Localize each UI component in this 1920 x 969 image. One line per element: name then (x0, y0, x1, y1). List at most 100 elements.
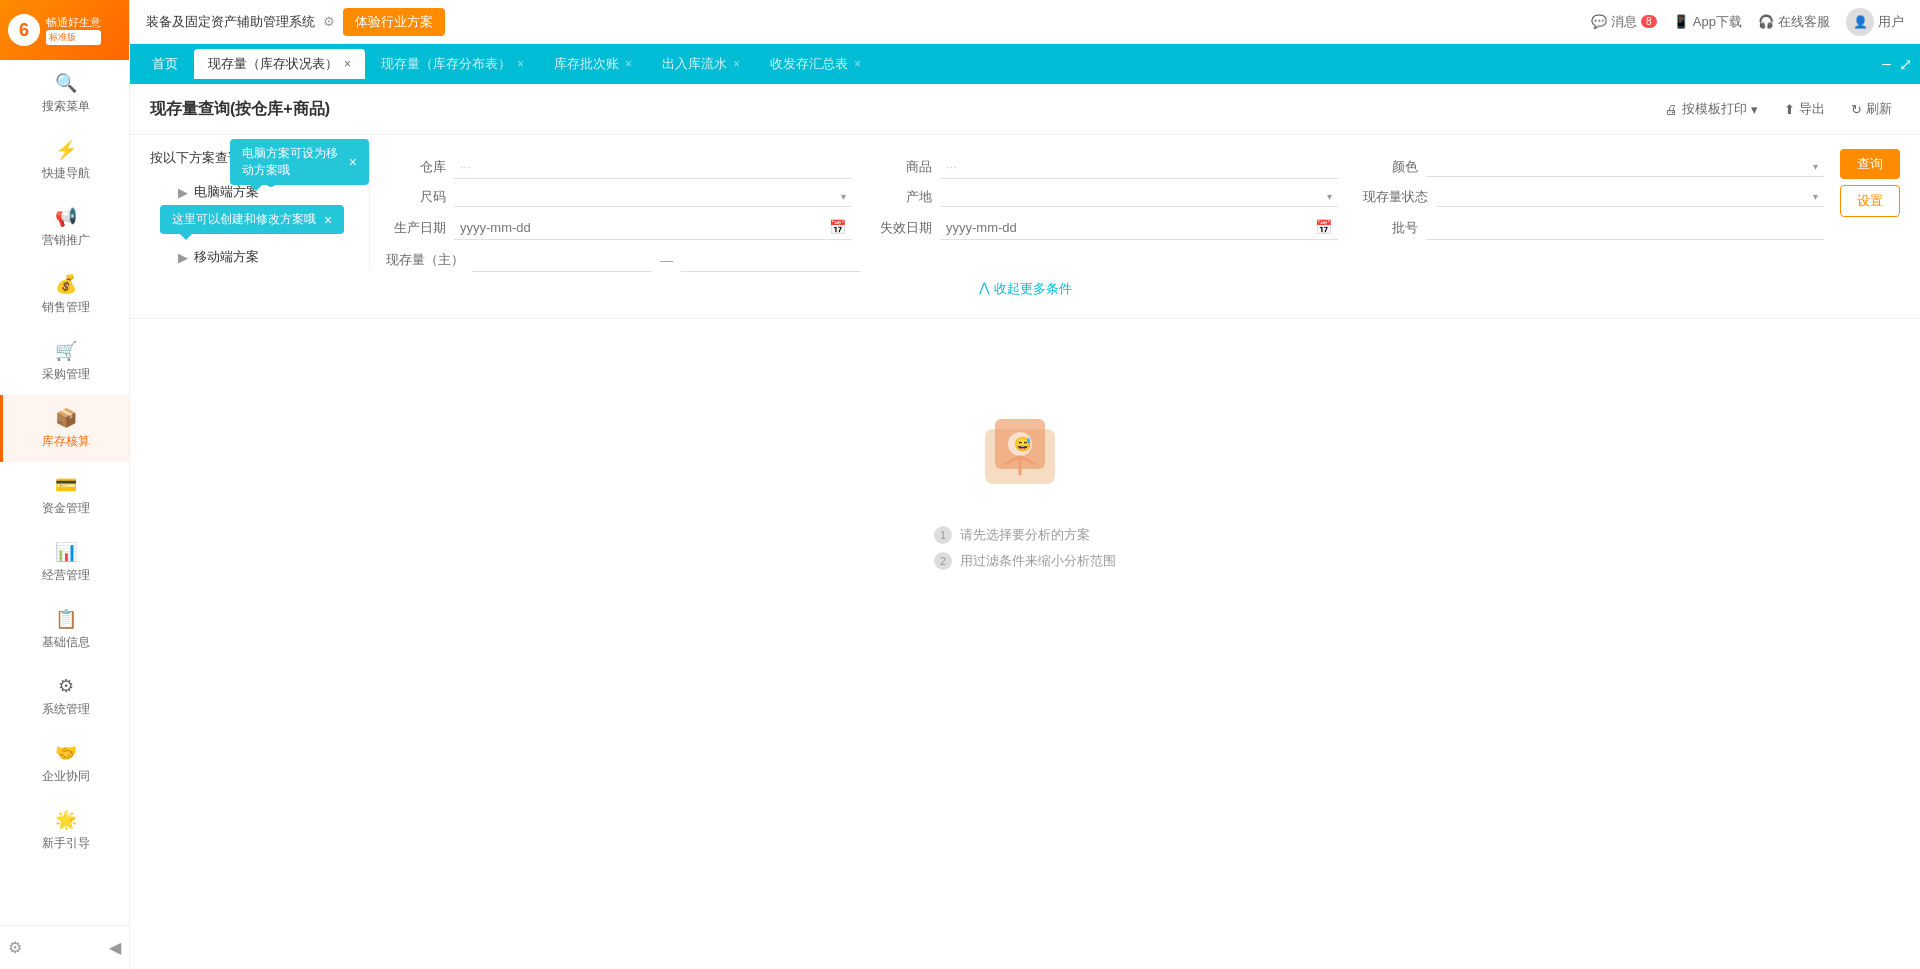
sidebar-item-purchase[interactable]: 🛒 采购管理 (0, 328, 129, 395)
message-btn[interactable]: 💬 消息 8 (1591, 13, 1657, 31)
sidebar-item-basic[interactable]: 📋 基础信息 (0, 596, 129, 663)
color-select[interactable]: ▾ (1426, 157, 1824, 177)
purchase-nav-label: 采购管理 (42, 366, 90, 383)
tab-close-batch-ledger[interactable]: × (625, 57, 632, 71)
tab-batch-ledger[interactable]: 库存批次账 × (540, 49, 646, 79)
company-nav-label: 企业协同 (42, 768, 90, 785)
settings-icon[interactable]: ⚙ (8, 938, 22, 957)
filter-row-warehouse: 仓库 ··· (386, 155, 852, 179)
system-nav-label: 系统管理 (42, 701, 90, 718)
logo-text-block: 畅通好生意 标准版 (46, 15, 101, 45)
filter-row-batch: 批号 (1358, 215, 1824, 240)
mobile-scheme-item[interactable]: ▶ 移动端方案 (170, 244, 359, 270)
origin-select[interactable]: ▾ (940, 187, 1338, 207)
sidebar-bottom: ⚙ ◀ (0, 925, 129, 969)
product-dots: ··· (946, 159, 957, 174)
tab-minimize-icon[interactable]: – (1882, 55, 1891, 74)
sidebar-item-operations[interactable]: 📊 经营管理 (0, 529, 129, 596)
color-label: 颜色 (1358, 158, 1418, 176)
reset-btn[interactable]: 设置 (1840, 185, 1900, 217)
marketing-nav-icon: 📢 (55, 206, 77, 228)
online-support-btn[interactable]: 🎧 在线客服 (1758, 13, 1830, 31)
tooltip1-text: 电脑方案可设为移动方案哦 (242, 145, 341, 179)
collapse-sidebar-icon[interactable]: ◀ (109, 938, 121, 957)
size-select[interactable]: ▾ (454, 187, 852, 207)
tab-close-collect-summary[interactable]: × (854, 57, 861, 71)
prod-date-field[interactable]: 📅 (454, 215, 852, 240)
tab-close-inventory-dist[interactable]: × (517, 57, 524, 71)
range-separator: — (660, 253, 673, 268)
tooltip-scheme-mobile: 电脑方案可设为移动方案哦 × (230, 139, 369, 185)
stock-status-label: 现存量状态 (1358, 188, 1428, 206)
message-icon: 💬 (1591, 14, 1607, 29)
headset-icon: 🎧 (1758, 14, 1774, 29)
sidebar-item-finance[interactable]: 💳 资金管理 (0, 462, 129, 529)
trial-btn[interactable]: 体验行业方案 (343, 8, 445, 36)
collect-summary-tab-label: 收发存汇总表 (770, 55, 848, 73)
filter-row-stock-status: 现存量状态 ▾ (1358, 187, 1824, 207)
sidebar-item-search[interactable]: 🔍 搜索菜单 (0, 60, 129, 127)
tab-inout-flow[interactable]: 出入库流水 × (648, 49, 754, 79)
filter-row-product: 商品 ··· (872, 155, 1338, 179)
warehouse-select[interactable]: ··· (454, 155, 852, 179)
tooltip1-close[interactable]: × (349, 154, 357, 170)
expiry-date-input[interactable] (946, 220, 1311, 235)
main-content: 装备及固定资产辅助管理系统 ⚙ 体验行业方案 💬 消息 8 📱 App下载 🎧 … (130, 0, 1920, 969)
sidebar-item-inventory[interactable]: 📦 库存核算 (0, 395, 129, 462)
tab-inventory-status[interactable]: 现存量（库存状况表） × (194, 49, 365, 79)
batch-input[interactable] (1426, 216, 1824, 240)
content-area: 现存量查询(按仓库+商品) 🖨 按模板打印 ▾ ⬆ 导出 ↻ 刷新 (130, 84, 1920, 969)
product-select[interactable]: ··· (940, 155, 1338, 179)
query-btn[interactable]: 查询 (1840, 149, 1900, 179)
inventory-nav-label: 库存核算 (42, 433, 90, 450)
sidebar-item-company[interactable]: 🤝 企业协同 (0, 730, 129, 797)
sidebar-item-marketing[interactable]: 📢 营销推广 (0, 194, 129, 261)
stock-main-to-input[interactable] (681, 248, 861, 272)
user-label: 用户 (1878, 13, 1904, 31)
refresh-label: 刷新 (1866, 100, 1892, 118)
stock-status-select[interactable]: ▾ (1436, 187, 1824, 207)
empty-illustration: 😅 (965, 399, 1085, 502)
tooltip2-close[interactable]: × (324, 212, 332, 228)
warehouse-label: 仓库 (386, 158, 446, 176)
svg-text:😅: 😅 (1014, 436, 1032, 453)
filter-top-row: 按以下方案查询 + ↻ ← 电脑方案可设为移动方案哦 × (150, 147, 1900, 272)
prod-date-calendar-icon[interactable]: 📅 (829, 219, 846, 235)
mobile-scheme-label: 移动端方案 (194, 248, 259, 266)
tab-inventory-dist[interactable]: 现存量（库存分布表） × (367, 49, 538, 79)
print-btn[interactable]: 🖨 按模板打印 ▾ (1657, 96, 1766, 122)
tab-collect-summary[interactable]: 收发存汇总表 × (756, 49, 875, 79)
filter-row-stock-main: 现存量（主） — (386, 248, 861, 272)
tab-actions: – ⤢ (1882, 55, 1912, 74)
refresh-btn[interactable]: ↻ 刷新 (1843, 96, 1900, 122)
origin-label: 产地 (872, 188, 932, 206)
filter-left-panel: 按以下方案查询 + ↻ ← 电脑方案可设为移动方案哦 × (150, 147, 370, 270)
stock-main-from-input[interactable] (472, 248, 652, 272)
system-settings-icon[interactable]: ⚙ (323, 14, 335, 29)
sidebar-item-quick[interactable]: ⚡ 快捷导航 (0, 127, 129, 194)
expiry-date-calendar-icon[interactable]: 📅 (1315, 219, 1332, 235)
tab-close-inventory-status[interactable]: × (344, 57, 351, 71)
inout-flow-tab-label: 出入库流水 (662, 55, 727, 73)
prod-date-label: 生产日期 (386, 219, 446, 237)
app-download-btn[interactable]: 📱 App下载 (1673, 13, 1742, 31)
tab-maximize-icon[interactable]: ⤢ (1899, 55, 1912, 74)
prod-date-input[interactable] (460, 220, 825, 235)
expiry-date-field[interactable]: 📅 (940, 215, 1338, 240)
empty-step1: 1 请先选择要分析的方案 (934, 526, 1116, 544)
collapse-row[interactable]: ⋀ 收起更多条件 (150, 272, 1900, 306)
sidebar-item-guide[interactable]: 🌟 新手引导 (0, 797, 129, 864)
filter-grid-row1: 仓库 ··· 商品 ··· 颜色 (386, 155, 1824, 179)
tab-close-inout-flow[interactable]: × (733, 57, 740, 71)
system-name: 装备及固定资产辅助管理系统 (146, 13, 315, 31)
user-btn[interactable]: 👤 用户 (1846, 8, 1904, 36)
inventory-nav-icon: 📦 (55, 407, 77, 429)
company-nav-icon: 🤝 (55, 742, 77, 764)
sidebar-item-sales[interactable]: 💰 销售管理 (0, 261, 129, 328)
export-btn[interactable]: ⬆ 导出 (1776, 96, 1833, 122)
collapse-label: 收起更多条件 (994, 280, 1072, 298)
tooltip-scheme-create: 这里可以创建和修改方案哦 × (160, 205, 344, 234)
tab-home[interactable]: 首页 (138, 49, 192, 79)
sidebar-item-system[interactable]: ⚙ 系统管理 (0, 663, 129, 730)
filter-right-panel: 仓库 ··· 商品 ··· 颜色 (370, 147, 1824, 272)
